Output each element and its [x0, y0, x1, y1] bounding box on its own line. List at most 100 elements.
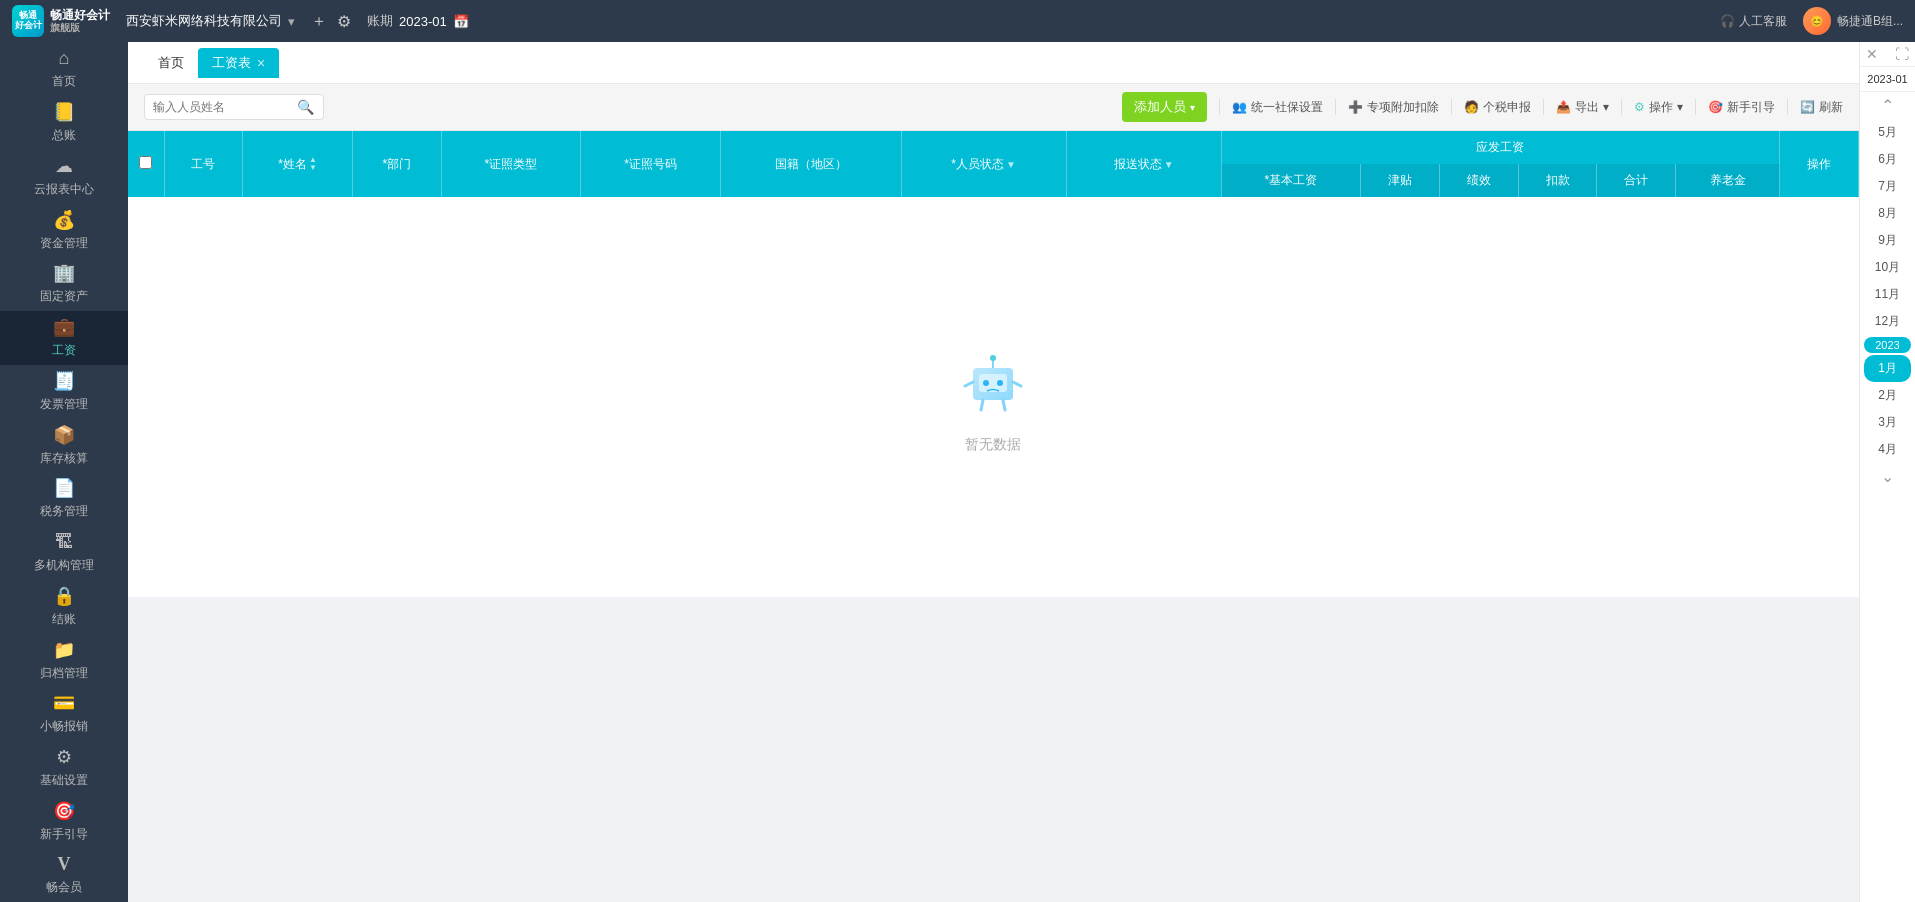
sidebar-label-home: 首页	[52, 73, 76, 90]
export-chevron-icon: ▾	[1603, 100, 1609, 114]
panel-top-btns: ✕ ⛶	[1860, 42, 1915, 67]
month-9[interactable]: 9月	[1860, 227, 1915, 254]
sidebar-item-home[interactable]: ⌂ 首页	[0, 42, 128, 96]
th-wage-group: 应发工资	[1221, 131, 1780, 164]
app-logo: 畅通好会计	[12, 5, 44, 37]
search-input[interactable]	[153, 100, 293, 114]
sep5	[1621, 99, 1622, 115]
sidebar-item-invoice[interactable]: 🧾 发票管理	[0, 365, 128, 419]
close-panel-icon[interactable]: ✕	[1866, 46, 1878, 62]
period-info: 账期 2023-01 📅	[367, 12, 469, 30]
customer-service-btn[interactable]: 🎧 人工客服	[1720, 13, 1787, 30]
sidebar-item-fund[interactable]: 💰 资金管理	[0, 203, 128, 257]
tab-close-icon[interactable]: ×	[257, 55, 265, 71]
table-area: 工号 *姓名 ▲▼ *部门	[128, 131, 1859, 902]
sidebar-label-guide: 新手引导	[40, 826, 88, 843]
table-wrapper[interactable]: 工号 *姓名 ▲▼ *部门	[128, 131, 1859, 902]
th-name[interactable]: *姓名 ▲▼	[243, 131, 353, 197]
date-nav-up-btn[interactable]: ⌃	[1860, 92, 1915, 119]
sidebar-item-guide[interactable]: 🎯 新手引导	[0, 795, 128, 849]
date-nav-down-btn[interactable]: ⌄	[1860, 463, 1915, 490]
refresh-icon: 🔄	[1800, 100, 1815, 114]
sidebar-item-settings[interactable]: ⚙ 基础设置	[0, 741, 128, 795]
personal-tax-btn[interactable]: 🧑 个税申报	[1464, 99, 1531, 116]
calendar-icon[interactable]: 📅	[453, 14, 469, 29]
avatar-icon: 😊	[1810, 15, 1824, 28]
th-status[interactable]: *人员状态 ▼	[901, 131, 1066, 197]
settings-icon[interactable]: ⚙	[337, 12, 351, 31]
search-box[interactable]: 🔍	[144, 94, 324, 120]
chevron-down-icon: ▾	[288, 14, 295, 29]
month-1-active[interactable]: 1月	[1864, 355, 1911, 382]
th-report-status[interactable]: 报送状态 ▼	[1066, 131, 1221, 197]
inventory-icon: 📦	[53, 424, 75, 446]
special-deduction-btn[interactable]: ➕ 专项附加扣除	[1348, 99, 1439, 116]
expand-panel-icon[interactable]: ⛶	[1895, 46, 1909, 62]
social-security-btn[interactable]: 👥 统一社保设置	[1232, 99, 1323, 116]
th-base-salary: *基本工资	[1221, 164, 1361, 197]
sort-icon-name: ▲▼	[309, 156, 317, 172]
refresh-btn[interactable]: 🔄 刷新	[1800, 99, 1843, 116]
sidebar-item-multi-org[interactable]: 🏗 多机构管理	[0, 526, 128, 580]
th-subsidy: 津贴	[1361, 164, 1440, 197]
tab-home[interactable]: 首页	[144, 48, 198, 78]
social-security-label: 统一社保设置	[1251, 99, 1323, 116]
sidebar-label-settings: 基础设置	[40, 772, 88, 789]
new-guide-btn[interactable]: 🎯 新手引导	[1708, 99, 1775, 116]
month-11[interactable]: 11月	[1860, 281, 1915, 308]
th-performance: 绩效	[1439, 164, 1518, 197]
sidebar-item-closing[interactable]: 🔒 结账	[0, 580, 128, 634]
month-6[interactable]: 6月	[1860, 146, 1915, 173]
username[interactable]: 畅捷通B组...	[1837, 13, 1903, 30]
empty-text: 暂无数据	[965, 436, 1021, 454]
export-btn[interactable]: 📤 导出 ▾	[1556, 99, 1609, 116]
operations-chevron-icon: ▾	[1677, 100, 1683, 114]
sidebar-label-inventory: 库存核算	[40, 450, 88, 467]
new-guide-icon: 🎯	[1708, 100, 1723, 114]
month-2[interactable]: 2月	[1860, 382, 1915, 409]
top-bar: 畅通好会计 畅通好会计 旗舰版 西安虾米网络科技有限公司 ▾ ＋ ⚙ 账期 20…	[0, 0, 1915, 42]
sidebar-item-payroll[interactable]: 💼 工资	[0, 311, 128, 365]
export-icon: 📤	[1556, 100, 1571, 114]
content-area: 首页 工资表 × 🔍 添加人员 ▾	[128, 42, 1859, 902]
month-8[interactable]: 8月	[1860, 200, 1915, 227]
operations-btn[interactable]: ⚙ 操作 ▾	[1634, 99, 1683, 116]
settings-nav-icon: ⚙	[56, 746, 72, 768]
sidebar-item-expense[interactable]: 💳 小畅报销	[0, 687, 128, 741]
sidebar-item-ledger[interactable]: 📒 总账	[0, 96, 128, 150]
month-12[interactable]: 12月	[1860, 308, 1915, 335]
tab-payroll-table[interactable]: 工资表 ×	[198, 48, 279, 78]
company-name: 西安虾米网络科技有限公司	[126, 12, 282, 30]
th-department: *部门	[352, 131, 441, 197]
company-selector[interactable]: 西安虾米网络科技有限公司 ▾	[126, 12, 295, 30]
sidebar-item-archive[interactable]: 📁 归档管理	[0, 633, 128, 687]
sidebar-item-inventory[interactable]: 📦 库存核算	[0, 418, 128, 472]
empty-icon	[953, 340, 1033, 420]
sidebar-item-fixed-assets[interactable]: 🏢 固定资产	[0, 257, 128, 311]
add-company-icon[interactable]: ＋	[311, 11, 327, 32]
month-5[interactable]: 5月	[1860, 119, 1915, 146]
sidebar-item-cloud-report[interactable]: ☁ 云报表中心	[0, 150, 128, 204]
operations-label: 操作	[1649, 99, 1673, 116]
tab-home-label: 首页	[158, 54, 184, 72]
sidebar-item-tax[interactable]: 📄 税务管理	[0, 472, 128, 526]
cloud-icon: ☁	[55, 155, 73, 177]
member-icon: V	[58, 854, 71, 875]
month-4[interactable]: 4月	[1860, 436, 1915, 463]
th-checkbox[interactable]	[128, 131, 164, 197]
month-3[interactable]: 3月	[1860, 409, 1915, 436]
expense-icon: 💳	[53, 692, 75, 714]
operations-icon: ⚙	[1634, 100, 1645, 114]
th-total: 合计	[1597, 164, 1676, 197]
year-badge-2023: 2023	[1864, 337, 1911, 353]
month-10[interactable]: 10月	[1860, 254, 1915, 281]
th-pension: 养老金	[1676, 164, 1780, 197]
add-person-button[interactable]: 添加人员 ▾	[1122, 92, 1207, 122]
tax-icon: 📄	[53, 477, 75, 499]
sidebar-item-member[interactable]: V 畅会员	[0, 848, 128, 902]
app-name: 畅通好会计	[50, 8, 110, 22]
top-bar-actions: ＋ ⚙	[311, 11, 351, 32]
select-all-checkbox[interactable]	[139, 156, 152, 169]
ledger-icon: 📒	[53, 101, 75, 123]
month-7[interactable]: 7月	[1860, 173, 1915, 200]
